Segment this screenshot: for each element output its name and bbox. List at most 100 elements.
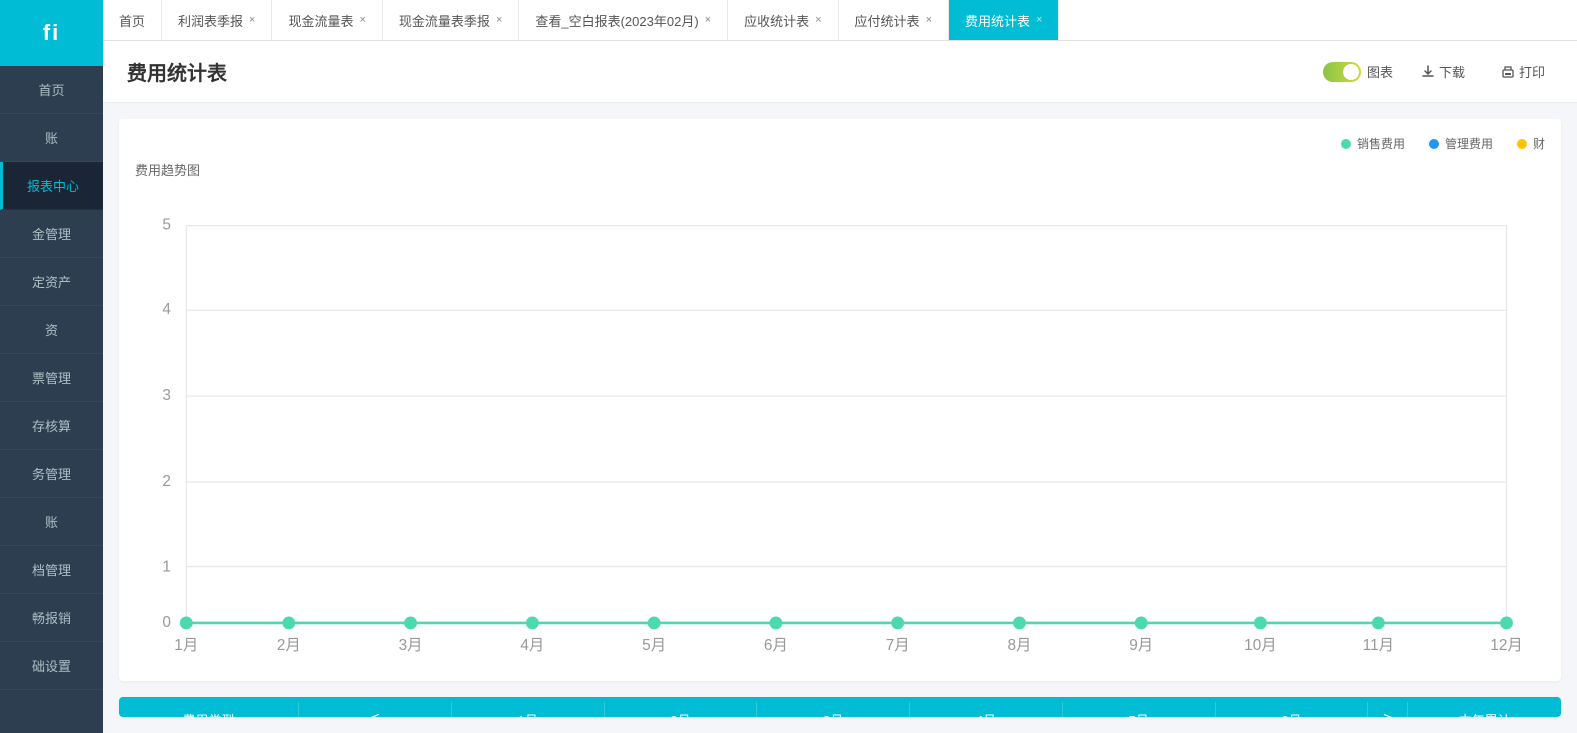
svg-text:4: 4 (162, 301, 171, 318)
legend-finance-dot (1517, 139, 1527, 149)
tab-cashflow-q-close[interactable]: × (496, 14, 502, 26)
svg-text:11月: 11月 (1363, 637, 1394, 654)
legend-sales-dot (1341, 139, 1351, 149)
dot-oct (1254, 617, 1267, 630)
table-header: 费用类型 < 1月 2月 3月 4月 5月 (119, 697, 1561, 717)
chart-legend: 销售费用 管理费用 财 (135, 135, 1545, 152)
dot-aug (1013, 617, 1026, 630)
tab-cashflow-q[interactable]: 现金流量表季报 × (383, 0, 519, 40)
svg-text:0: 0 (162, 614, 171, 631)
sidebar-item-expense[interactable]: 畅报销 (0, 594, 103, 642)
tab-expense-stat-label: 费用统计表 (965, 11, 1030, 30)
legend-admin-label: 管理费用 (1445, 135, 1493, 152)
tab-blank[interactable]: 查看_空白报表(2023年02月) × (519, 0, 728, 40)
sidebar-logo: fi (0, 0, 103, 66)
chart-area: 费用趋势图 5 4 3 2 1 0 (135, 160, 1545, 665)
th-may: 5月 (1063, 702, 1216, 717)
sidebar-item-inventory[interactable]: 存核算 (0, 402, 103, 450)
svg-text:7月: 7月 (886, 637, 910, 654)
tab-payable-close[interactable]: × (926, 14, 932, 26)
prev-button[interactable]: < (366, 710, 383, 717)
th-jan: 1月 (452, 702, 605, 717)
th-type: 费用类型 (119, 702, 299, 717)
svg-text:3: 3 (162, 387, 171, 404)
sidebar-item-account[interactable]: 账 (0, 114, 103, 162)
dot-may (648, 617, 661, 630)
tab-blank-label: 查看_空白报表(2023年02月) (535, 11, 698, 30)
sidebar-item-affairs[interactable]: 务管理 (0, 450, 103, 498)
svg-text:2月: 2月 (277, 637, 301, 654)
legend-sales-label: 销售费用 (1357, 135, 1405, 152)
legend-admin-dot (1429, 139, 1439, 149)
chart-toggle-label: 图表 (1367, 62, 1393, 81)
chart-svg: 5 4 3 2 1 0 (135, 191, 1545, 665)
toggle-switch[interactable] (1323, 62, 1361, 82)
chart-section: 销售费用 管理费用 财 费用趋势图 5 4 3 2 (119, 119, 1561, 681)
svg-text:1: 1 (162, 559, 171, 576)
svg-text:5: 5 (162, 216, 171, 233)
toggle-knob (1343, 64, 1359, 80)
sidebar-item-capital[interactable]: 资 (0, 306, 103, 354)
sidebar-item-settings[interactable]: 础设置 (0, 642, 103, 690)
svg-text:2: 2 (162, 473, 171, 490)
dot-mar (404, 617, 417, 630)
sidebar-item-invoice[interactable]: 票管理 (0, 354, 103, 402)
svg-text:4月: 4月 (520, 637, 544, 654)
svg-text:5月: 5月 (642, 637, 666, 654)
dot-jul (891, 617, 904, 630)
print-icon (1501, 65, 1515, 79)
svg-text:12月: 12月 (1490, 637, 1522, 654)
download-button[interactable]: 下载 (1413, 58, 1473, 85)
page-header: 费用统计表 图表 下载 (103, 41, 1577, 103)
next-button[interactable]: > (1379, 710, 1396, 717)
tab-home[interactable]: 首页 (103, 0, 162, 40)
tab-receivable-close[interactable]: × (815, 14, 821, 26)
dot-feb (282, 617, 295, 630)
chart-toggle[interactable]: 图表 (1323, 62, 1393, 82)
download-label: 下载 (1439, 62, 1465, 81)
tab-expense-stat[interactable]: 费用统计表 × (949, 0, 1059, 40)
content-area: 费用统计表 图表 下载 (103, 41, 1577, 733)
sidebar-item-reports[interactable]: 报表中心 (0, 162, 103, 210)
sidebar-item-archive[interactable]: 档管理 (0, 546, 103, 594)
tab-cashflow-q-label: 现金流量表季报 (399, 11, 490, 30)
svg-text:10月: 10月 (1244, 637, 1276, 654)
th-mar: 3月 (757, 702, 910, 717)
tab-payable-label: 应付统计表 (855, 11, 920, 30)
tab-cashflow-close[interactable]: × (359, 14, 365, 26)
dot-jan (180, 617, 193, 630)
tab-profit-close[interactable]: × (249, 14, 255, 26)
tab-profit-label: 利润表季报 (178, 11, 243, 30)
dot-apr (526, 617, 539, 630)
svg-text:3月: 3月 (399, 637, 423, 654)
legend-finance-label: 财 (1533, 135, 1545, 152)
print-button[interactable]: 打印 (1493, 58, 1553, 85)
chart-title: 费用趋势图 (135, 160, 1545, 179)
th-apr: 4月 (910, 702, 1063, 717)
tab-receivable-label: 应收统计表 (744, 11, 809, 30)
tab-expense-stat-close[interactable]: × (1036, 14, 1042, 26)
sidebar-item-finance[interactable]: 金管理 (0, 210, 103, 258)
dot-sep (1135, 617, 1148, 630)
svg-text:9月: 9月 (1129, 637, 1153, 654)
dot-dec (1500, 617, 1513, 630)
tab-blank-close[interactable]: × (705, 14, 711, 26)
expense-table: 费用类型 < 1月 2月 3月 4月 5月 (119, 697, 1561, 717)
sidebar-item-assets[interactable]: 定资产 (0, 258, 103, 306)
download-icon (1421, 65, 1435, 79)
sidebar: fi 首页 账 报表中心 金管理 定资产 资 票管理 存核算 务管理 账 档管理… (0, 0, 103, 733)
svg-text:1月: 1月 (174, 637, 198, 654)
sidebar-item-home[interactable]: 首页 (0, 66, 103, 114)
sidebar-item-ledger[interactable]: 账 (0, 498, 103, 546)
th-nav-next[interactable]: > (1368, 702, 1408, 717)
tab-cashflow[interactable]: 现金流量表 × (272, 0, 382, 40)
tab-bar: 首页 利润表季报 × 现金流量表 × 现金流量表季报 × 查看_空白报表(202… (103, 0, 1577, 41)
svg-text:6月: 6月 (764, 637, 788, 654)
th-nav-prev[interactable]: < (299, 702, 452, 717)
tab-profit[interactable]: 利润表季报 × (162, 0, 272, 40)
header-actions: 图表 下载 打印 (1323, 58, 1553, 85)
dot-jun (770, 617, 783, 630)
tab-payable[interactable]: 应付统计表 × (839, 0, 949, 40)
tab-receivable[interactable]: 应收统计表 × (728, 0, 838, 40)
dot-nov (1372, 617, 1385, 630)
